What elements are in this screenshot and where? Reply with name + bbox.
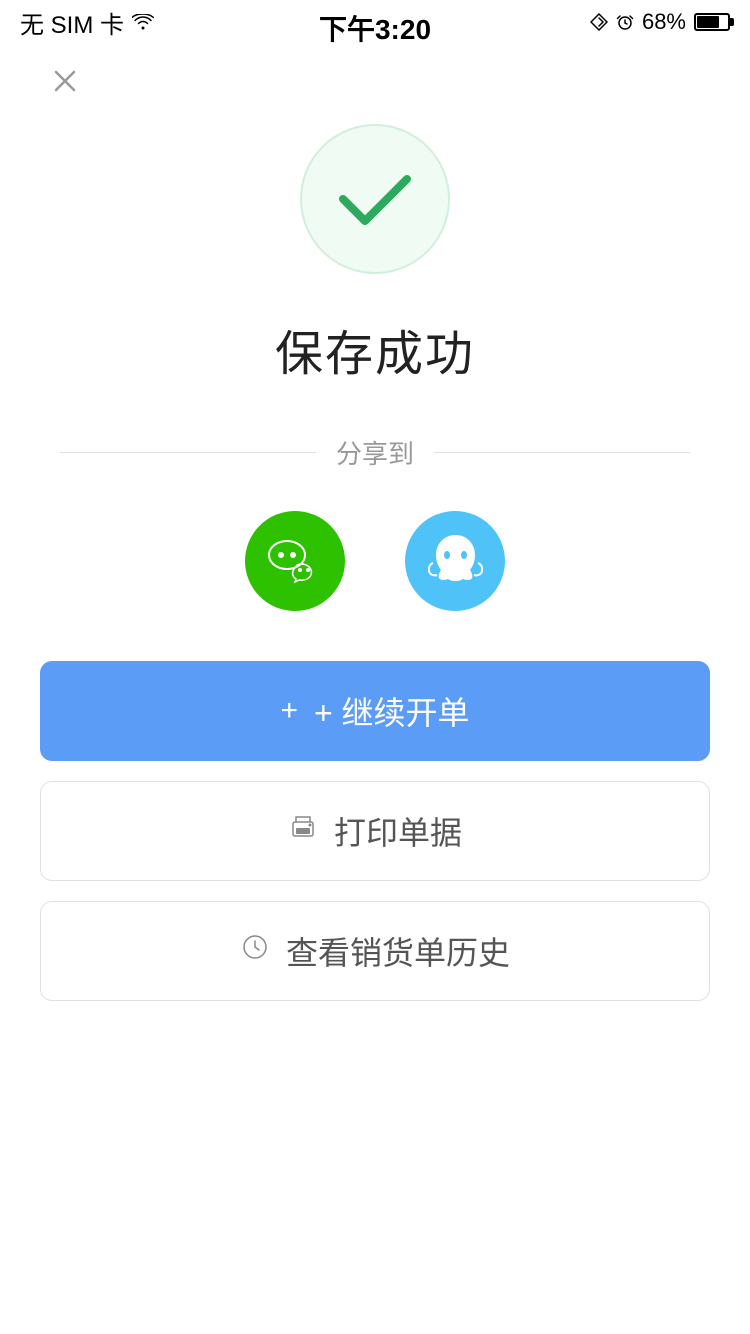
close-icon [50,66,80,96]
divider-right [434,452,690,453]
qq-share-button[interactable] [405,511,505,611]
wechat-share-button[interactable] [245,511,345,611]
close-button[interactable] [40,56,90,106]
history-label: 查看销货单历史 [286,928,510,974]
plus-icon: + [280,694,298,728]
wifi-icon [132,14,154,30]
share-icons [245,511,505,611]
history-button[interactable]: 查看销货单历史 [40,901,710,1001]
battery-percent: 68% [642,9,686,35]
success-circle [300,124,450,274]
share-divider: 分享到 [0,434,750,471]
share-label: 分享到 [336,434,414,471]
continue-label: + 继续开单 [314,688,470,734]
battery-icon [694,13,730,31]
success-title: 保存成功 [275,314,475,384]
status-left: 无 SIM 卡 [20,5,154,40]
alarm-icon [616,13,634,31]
no-sim-text: 无 SIM 卡 [20,5,124,40]
qq-icon [428,531,483,591]
wechat-icon [265,535,325,587]
print-icon [288,812,318,850]
actions: + + 继续开单 打印单据 查看销货单历 [0,661,750,1001]
divider-left [60,452,316,453]
continue-button[interactable]: + + 继续开单 [40,661,710,761]
print-label: 打印单据 [334,808,462,854]
checkmark-icon [335,169,415,229]
status-right: 68% [590,9,730,35]
location-icon [590,13,608,31]
print-button[interactable]: 打印单据 [40,781,710,881]
share-section: 分享到 [0,434,750,611]
history-icon [240,932,270,970]
status-time: 下午3:20 [319,8,431,48]
main-content: 保存成功 分享到 [0,44,750,1001]
status-bar: 无 SIM 卡 下午3:20 68% [0,0,750,44]
